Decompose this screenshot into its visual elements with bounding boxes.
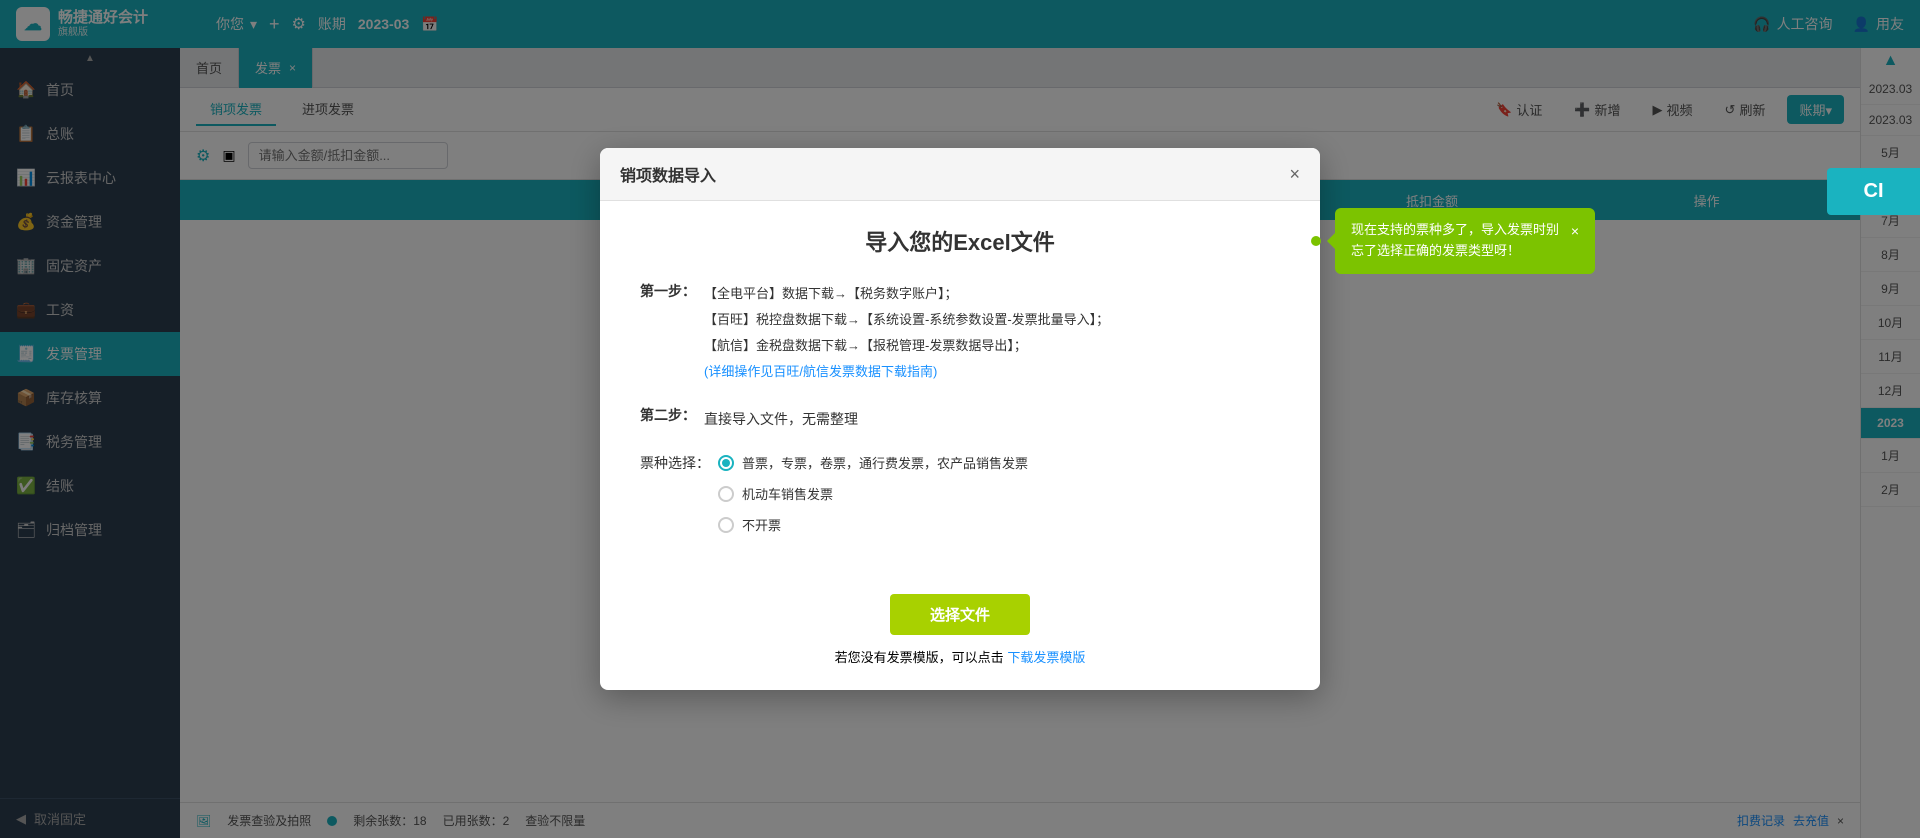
- modal-close-button[interactable]: ×: [1289, 164, 1300, 185]
- ci-badge: CI: [1827, 168, 1920, 215]
- ticket-section: 票种选择： 普票，专票，卷票，通行费发票，农产品销售发票 机动车销售发票: [640, 453, 1280, 534]
- radio-motor-circle: [718, 486, 734, 502]
- modal-body: 导入您的Excel文件 第一步： 【全电平台】数据下载→【税务数字账户】； 【百…: [600, 201, 1320, 578]
- step1-link[interactable]: (详细操作见百旺/航信发票数据下载指南): [704, 364, 937, 379]
- step1-line2: 【百旺】税控盘数据下载→【系统设置-系统参数设置-发票批量导入】；: [704, 307, 1109, 333]
- radio-motor-label: 机动车销售发票: [742, 484, 833, 503]
- step2-section: 第二步： 直接导入文件，无需整理: [640, 405, 1280, 433]
- radio-normal[interactable]: 普票，专票，卷票，通行费发票，农产品销售发票: [718, 453, 1028, 472]
- step1-line1: 【全电平台】数据下载→【税务数字账户】；: [704, 281, 1109, 307]
- tooltip-close-button[interactable]: ×: [1571, 220, 1579, 242]
- modal-header: 销项数据导入 ×: [600, 148, 1320, 201]
- modal-main-title: 导入您的Excel文件: [640, 225, 1280, 257]
- modal-title: 销项数据导入: [620, 162, 716, 186]
- modal-dialog: × 现在支持的票种多了，导入发票时别忘了选择正确的发票类型呀！ 销项数据导入 ×…: [600, 148, 1320, 690]
- radio-no-ticket[interactable]: 不开票: [718, 515, 1028, 534]
- step1-label: 第一步：: [640, 281, 696, 377]
- tooltip-dot: [1311, 236, 1321, 246]
- ticket-label: 票种选择：: [640, 453, 710, 473]
- download-tip-text: 若您没有发票模版，可以点击: [835, 650, 1004, 665]
- tooltip-text: 现在支持的票种多了，导入发票时别忘了选择正确的发票类型呀！: [1351, 222, 1559, 258]
- radio-normal-label: 普票，专票，卷票，通行费发票，农产品销售发票: [742, 453, 1028, 472]
- radio-normal-dot: [722, 459, 730, 467]
- modal-footer: 选择文件 若您没有发票模版，可以点击 下载发票模版: [600, 578, 1320, 690]
- radio-no-ticket-label: 不开票: [742, 515, 781, 534]
- modal-overlay[interactable]: × 现在支持的票种多了，导入发票时别忘了选择正确的发票类型呀！ 销项数据导入 ×…: [0, 0, 1920, 838]
- radio-normal-circle: [718, 455, 734, 471]
- step2-label: 第二步：: [640, 405, 696, 425]
- download-template-link[interactable]: 下载发票模版: [1007, 650, 1085, 665]
- radio-no-ticket-circle: [718, 517, 734, 533]
- step2-content: 直接导入文件，无需整理: [704, 405, 858, 433]
- step1-section: 第一步： 【全电平台】数据下载→【税务数字账户】； 【百旺】税控盘数据下载→【系…: [640, 281, 1280, 385]
- download-tip: 若您没有发票模版，可以点击 下载发票模版: [835, 647, 1086, 666]
- select-file-button[interactable]: 选择文件: [890, 594, 1030, 635]
- tooltip-bubble: × 现在支持的票种多了，导入发票时别忘了选择正确的发票类型呀！: [1335, 208, 1595, 274]
- radio-motor[interactable]: 机动车销售发票: [718, 484, 1028, 503]
- step1-line3: 【航信】金税盘数据下载→【报税管理-发票数据导出】；: [704, 333, 1109, 359]
- radio-group: 普票，专票，卷票，通行费发票，农产品销售发票 机动车销售发票 不开票: [718, 453, 1028, 534]
